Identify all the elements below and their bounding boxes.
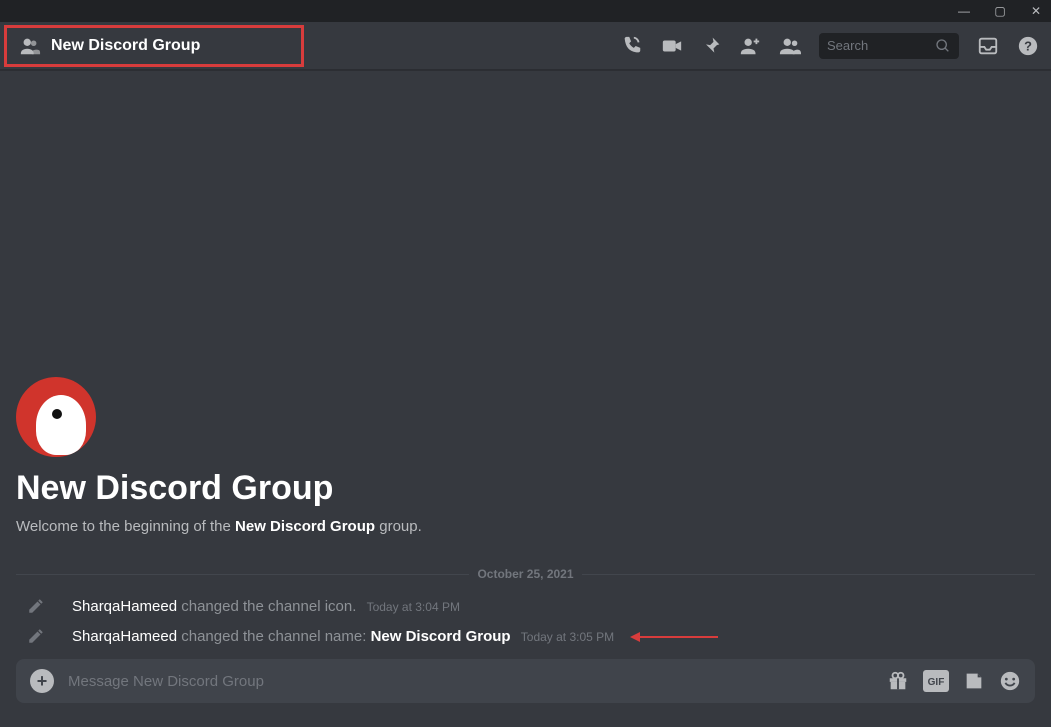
pencil-icon bbox=[16, 597, 56, 615]
gift-icon[interactable] bbox=[887, 670, 909, 692]
start-voice-call-icon[interactable] bbox=[621, 35, 643, 57]
start-video-call-icon[interactable] bbox=[661, 35, 683, 57]
divider-line bbox=[582, 574, 1035, 575]
sticker-icon[interactable] bbox=[963, 670, 985, 692]
minimize-button[interactable]: — bbox=[955, 4, 973, 18]
system-message-text: SharqaHameed changed the channel name: N… bbox=[72, 628, 718, 645]
channel-header-left: New Discord Group bbox=[4, 25, 304, 67]
message-bold: New Discord Group bbox=[371, 628, 511, 645]
message-input[interactable] bbox=[68, 673, 873, 690]
message-author: SharqaHameed bbox=[72, 598, 177, 615]
date-divider: October 25, 2021 bbox=[16, 567, 1035, 581]
message-author: SharqaHameed bbox=[72, 628, 177, 645]
pinned-messages-icon[interactable] bbox=[701, 36, 721, 56]
inbox-icon[interactable] bbox=[977, 35, 999, 57]
close-button[interactable]: ✕ bbox=[1027, 4, 1045, 18]
group-dm-icon bbox=[19, 35, 41, 57]
help-icon[interactable]: ? bbox=[1017, 35, 1039, 57]
channel-name-heading: New Discord Group bbox=[16, 469, 1035, 508]
add-friends-icon[interactable] bbox=[739, 35, 761, 57]
system-message: SharqaHameed changed the channel name: N… bbox=[16, 621, 1035, 651]
svg-text:?: ? bbox=[1024, 38, 1032, 53]
welcome-prefix: Welcome to the beginning of the bbox=[16, 518, 235, 535]
composer-icons: GIF bbox=[887, 670, 1021, 692]
message-time: Today at 3:04 PM bbox=[367, 600, 460, 614]
search-icon bbox=[935, 38, 951, 54]
welcome-bold: New Discord Group bbox=[235, 518, 375, 535]
search-box[interactable] bbox=[819, 33, 959, 59]
divider-line bbox=[16, 574, 469, 575]
window-titlebar: — ▢ ✕ bbox=[0, 0, 1051, 22]
system-message: SharqaHameed changed the channel icon. T… bbox=[16, 591, 1035, 621]
pencil-icon bbox=[16, 627, 56, 645]
messages-area: New Discord Group Welcome to the beginni… bbox=[0, 70, 1051, 659]
search-input[interactable] bbox=[827, 38, 935, 53]
emoji-icon[interactable] bbox=[999, 670, 1021, 692]
message-composer[interactable]: + GIF bbox=[16, 659, 1035, 703]
header-toolbar: ? bbox=[621, 33, 1039, 59]
message-body: changed the channel icon. bbox=[177, 598, 360, 615]
system-message-text: SharqaHameed changed the channel icon. T… bbox=[72, 598, 460, 615]
attach-button[interactable]: + bbox=[30, 669, 54, 693]
annotation-arrow bbox=[638, 636, 718, 638]
maximize-button[interactable]: ▢ bbox=[991, 4, 1009, 18]
svg-text:GIF: GIF bbox=[928, 677, 945, 688]
welcome-suffix: group. bbox=[375, 518, 422, 535]
message-time: Today at 3:05 PM bbox=[521, 630, 614, 644]
message-body: changed the channel name: bbox=[177, 628, 370, 645]
channel-header: New Discord Group ? bbox=[0, 22, 1051, 70]
gif-icon[interactable]: GIF bbox=[923, 670, 949, 692]
composer-area: + GIF bbox=[0, 659, 1051, 727]
group-avatar bbox=[16, 377, 96, 457]
channel-intro: New Discord Group Welcome to the beginni… bbox=[16, 377, 1035, 535]
welcome-text: Welcome to the beginning of the New Disc… bbox=[16, 518, 1035, 535]
divider-date: October 25, 2021 bbox=[477, 567, 573, 581]
channel-title: New Discord Group bbox=[51, 37, 200, 55]
member-list-icon[interactable] bbox=[779, 35, 801, 57]
